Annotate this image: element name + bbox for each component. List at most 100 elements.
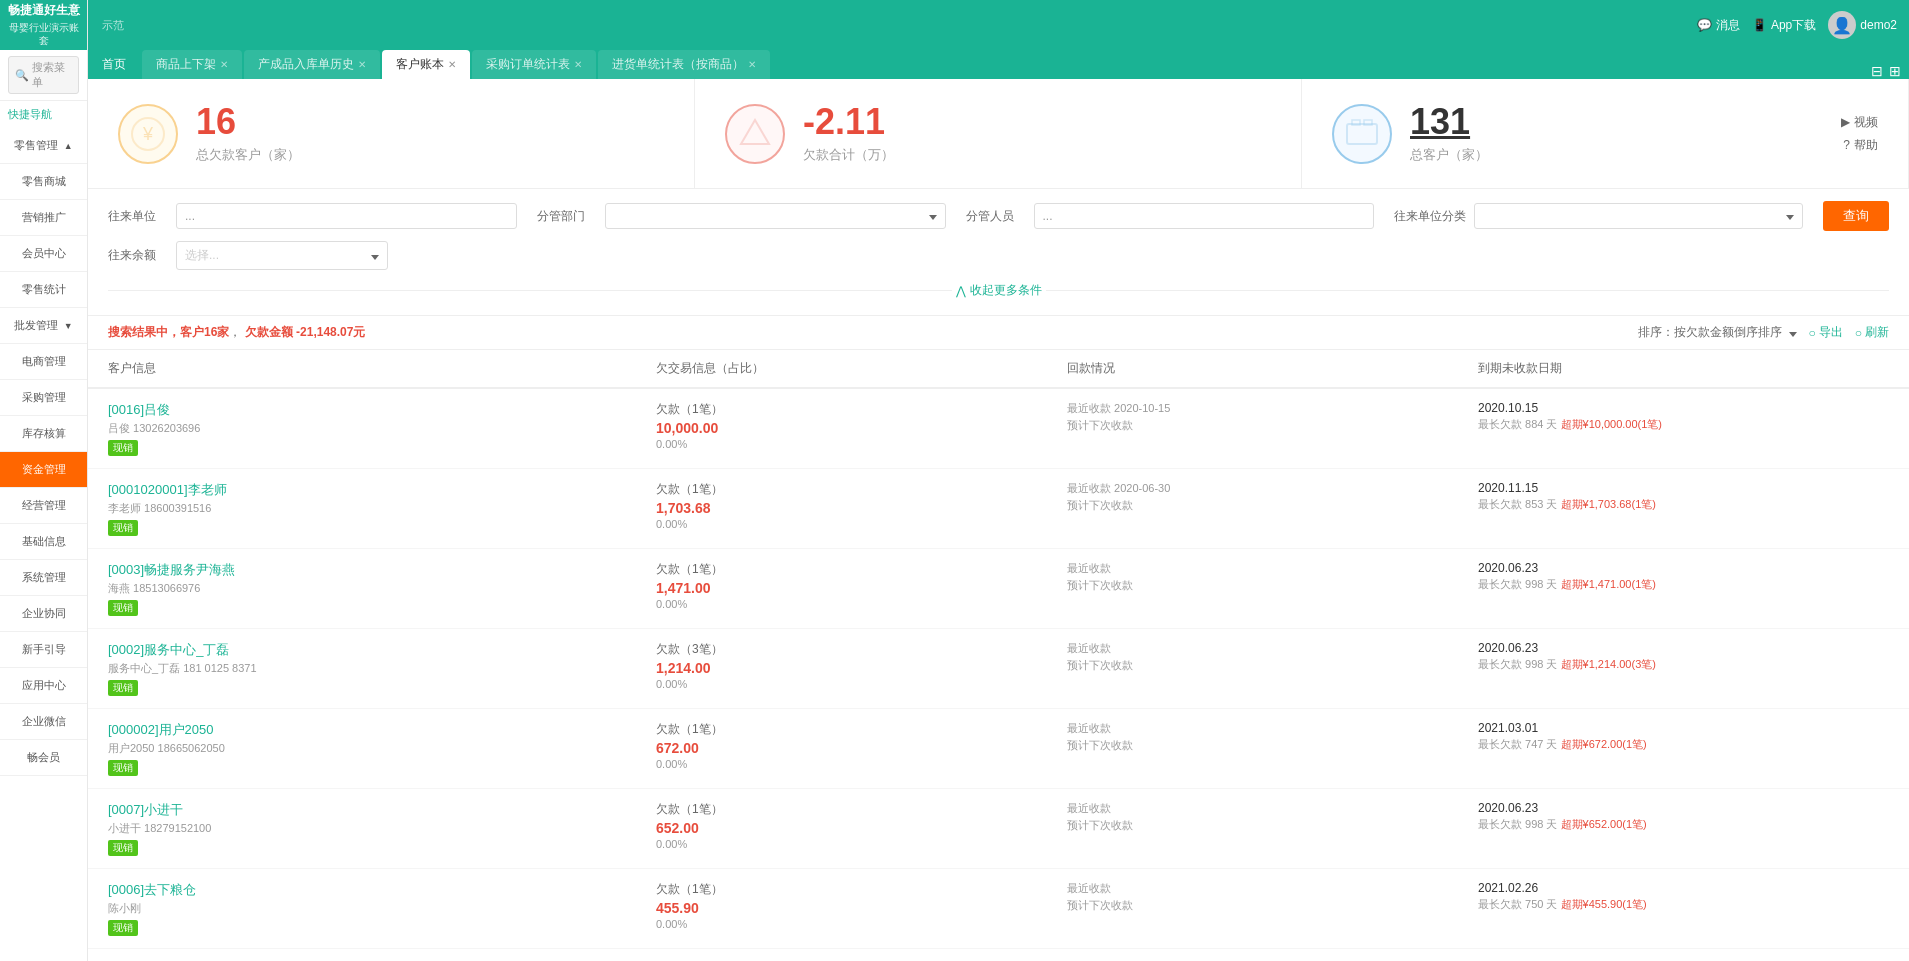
overdue-link[interactable]: 超期¥1,471.00(1笔) — [1561, 578, 1656, 590]
customer-sub-info: 服务中心_丁磊 181 0125 8371 — [108, 661, 656, 676]
search-menu-label: 搜索菜单 — [32, 60, 72, 90]
export-label: 导出 — [1819, 324, 1843, 341]
due-cell: 2020.06.23 最长欠款 998 天 超期¥652.00(1笔) — [1478, 801, 1889, 832]
tab-product-history[interactable]: 产成品入库单历史 ✕ — [244, 50, 380, 79]
debt-percent: 0.00% — [656, 678, 1067, 690]
due-date: 2020.11.15 — [1478, 481, 1889, 495]
sidebar-item-wholesale-mgmt[interactable]: 批发管理 ▼ — [0, 308, 87, 344]
sidebar-item-inventory[interactable]: 库存核算 — [0, 416, 87, 452]
search-menu-box[interactable]: 🔍 搜索菜单 — [8, 56, 79, 94]
user-profile[interactable]: 👤 demo2 — [1828, 11, 1897, 39]
sidebar-item-corp-wechat[interactable]: 企业微信 — [0, 704, 87, 740]
filter-unit-category: 往来单位分类 — [1394, 203, 1803, 229]
collection-cell: 最近收款 预计下次收款 — [1067, 721, 1478, 753]
max-overdue: 最长欠款 853 天 超期¥1,703.68(1笔) — [1478, 497, 1889, 512]
refresh-button[interactable]: ○ 刷新 — [1855, 324, 1889, 341]
search-icon: 🔍 — [15, 69, 29, 82]
customer-name-link[interactable]: [0006]去下粮仓 — [108, 881, 656, 899]
sidebar-item-zero-stats[interactable]: 零售统计 — [0, 272, 87, 308]
sidebar-item-capital-mgmt[interactable]: 资金管理 — [0, 452, 87, 488]
owed-customers-icon: ¥ — [118, 104, 178, 164]
customer-name-link[interactable]: [0003]畅捷服务尹海燕 — [108, 561, 656, 579]
balance-select[interactable]: 选择... — [176, 241, 388, 270]
window-maximize-icon[interactable]: ⊞ — [1889, 63, 1901, 79]
export-button[interactable]: ○ 导出 — [1809, 324, 1843, 341]
due-cell: 2020.10.15 最长欠款 884 天 超期¥10,000.00(1笔) — [1478, 401, 1889, 432]
overdue-link[interactable]: 超期¥672.00(1笔) — [1561, 738, 1647, 750]
quick-nav[interactable]: 快捷导航 — [0, 101, 87, 128]
chevron-down-icon: ▼ — [64, 321, 73, 331]
customer-name-link[interactable]: [0001020001]李老师 — [108, 481, 656, 499]
collapse-button[interactable]: ⋀ 收起更多条件 — [952, 278, 1046, 303]
message-button[interactable]: 💬 消息 — [1697, 17, 1740, 34]
sidebar-item-zero-sales-mgmt[interactable]: 零售管理 ▲ — [0, 128, 87, 164]
max-overdue: 最长欠款 750 天 超期¥455.90(1笔) — [1478, 897, 1889, 912]
debt-amount[interactable]: 10,000.00 — [656, 420, 1067, 436]
customer-name-link[interactable]: [0002]服务中心_丁磊 — [108, 641, 656, 659]
overdue-link[interactable]: 超期¥652.00(1笔) — [1561, 818, 1647, 830]
close-icon[interactable]: ✕ — [574, 59, 582, 70]
sidebar-item-marketing[interactable]: 营销推广 — [0, 200, 87, 236]
debt-percent: 0.00% — [656, 838, 1067, 850]
sort-selector[interactable]: 排序：按欠款金额倒序排序 — [1638, 324, 1797, 341]
query-button[interactable]: 查询 — [1823, 201, 1889, 231]
sidebar-item-member[interactable]: 会员中心 — [0, 236, 87, 272]
source-unit-input[interactable]: ... — [176, 203, 517, 229]
debt-amount[interactable]: 672.00 — [656, 740, 1067, 756]
sidebar-item-corp-collab[interactable]: 企业协同 — [0, 596, 87, 632]
tab-inbound-stats[interactable]: 进货单统计表（按商品） ✕ — [598, 50, 770, 79]
unit-category-select[interactable] — [1474, 203, 1803, 229]
close-icon[interactable]: ✕ — [358, 59, 366, 70]
customer-name-link[interactable]: [000002]用户2050 — [108, 721, 656, 739]
due-cell: 2021.03.01 最长欠款 747 天 超期¥672.00(1笔) — [1478, 721, 1889, 752]
debt-cell: 欠款（1笔） 455.90 0.00% — [656, 881, 1067, 930]
debt-amount[interactable]: 1,471.00 — [656, 580, 1067, 596]
close-icon[interactable]: ✕ — [748, 59, 756, 70]
collapse-label: 收起更多条件 — [970, 282, 1042, 299]
customer-name-link[interactable]: [0007]小进干 — [108, 801, 656, 819]
sidebar-item-member-pro[interactable]: 畅会员 — [0, 740, 87, 776]
debt-amount[interactable]: 652.00 — [656, 820, 1067, 836]
next-collection: 预计下次收款 — [1067, 498, 1478, 513]
tab-home[interactable]: 首页 — [88, 50, 140, 79]
chevron-down-icon: ▲ — [64, 141, 73, 151]
debt-cell: 欠款（3笔） 1,214.00 0.00% — [656, 641, 1067, 690]
view-video-button[interactable]: ▶ 视频 — [1841, 114, 1878, 131]
debt-amount[interactable]: 1,214.00 — [656, 660, 1067, 676]
close-icon[interactable]: ✕ — [220, 59, 228, 70]
sidebar-item-app-center[interactable]: 应用中心 — [0, 668, 87, 704]
help-button[interactable]: ? 帮助 — [1843, 137, 1878, 154]
person-input[interactable]: ... — [1034, 203, 1375, 229]
tab-product-online[interactable]: 商品上下架 ✕ — [142, 50, 242, 79]
sidebar-item-purchase-mgmt[interactable]: 采购管理 — [0, 380, 87, 416]
balance-placeholder: 选择... — [185, 247, 219, 264]
filter-person: 分管人员 ... — [966, 203, 1375, 229]
overdue-link[interactable]: 超期¥10,000.00(1笔) — [1561, 418, 1663, 430]
overdue-link[interactable]: 超期¥455.90(1笔) — [1561, 898, 1647, 910]
app-download-button[interactable]: 📱 App下载 — [1752, 17, 1816, 34]
tab-customer-account[interactable]: 客户账本 ✕ — [382, 50, 470, 79]
stat-info-owed-amount: -2.11 欠款合计（万） — [803, 104, 894, 164]
debt-amount[interactable]: 455.90 — [656, 900, 1067, 916]
sidebar-item-zero-mall[interactable]: 零售商城 — [0, 164, 87, 200]
col-header-collection: 回款情况 — [1067, 360, 1478, 377]
sidebar-item-system-mgmt[interactable]: 系统管理 — [0, 560, 87, 596]
total-customers-number: 131 — [1410, 104, 1488, 140]
results-prefix: 搜索结果中，客户16家 — [108, 325, 229, 339]
dept-select[interactable] — [605, 203, 946, 229]
overdue-link[interactable]: 超期¥1,214.00(3笔) — [1561, 658, 1656, 670]
close-icon[interactable]: ✕ — [448, 59, 456, 70]
tab-purchase-order-stats[interactable]: 采购订单统计表 ✕ — [472, 50, 596, 79]
customer-name-link[interactable]: [0016]吕俊 — [108, 401, 656, 419]
due-cell: 2020.06.23 最长欠款 998 天 超期¥1,471.00(1笔) — [1478, 561, 1889, 592]
overdue-link[interactable]: 超期¥1,703.68(1笔) — [1561, 498, 1656, 510]
sidebar-search-area[interactable]: 🔍 搜索菜单 — [0, 50, 87, 101]
results-info: 搜索结果中，客户16家， 欠款金额 -21,148.07元 — [108, 324, 365, 341]
sidebar-item-newbie[interactable]: 新手引导 — [0, 632, 87, 668]
svg-text:¥: ¥ — [142, 124, 154, 144]
sidebar-item-ecommerce-mgmt[interactable]: 电商管理 — [0, 344, 87, 380]
debt-amount[interactable]: 1,703.68 — [656, 500, 1067, 516]
window-restore-icon[interactable]: ⊟ — [1871, 63, 1883, 79]
sidebar-item-basic-info[interactable]: 基础信息 — [0, 524, 87, 560]
sidebar-item-ops-mgmt[interactable]: 经营管理 — [0, 488, 87, 524]
